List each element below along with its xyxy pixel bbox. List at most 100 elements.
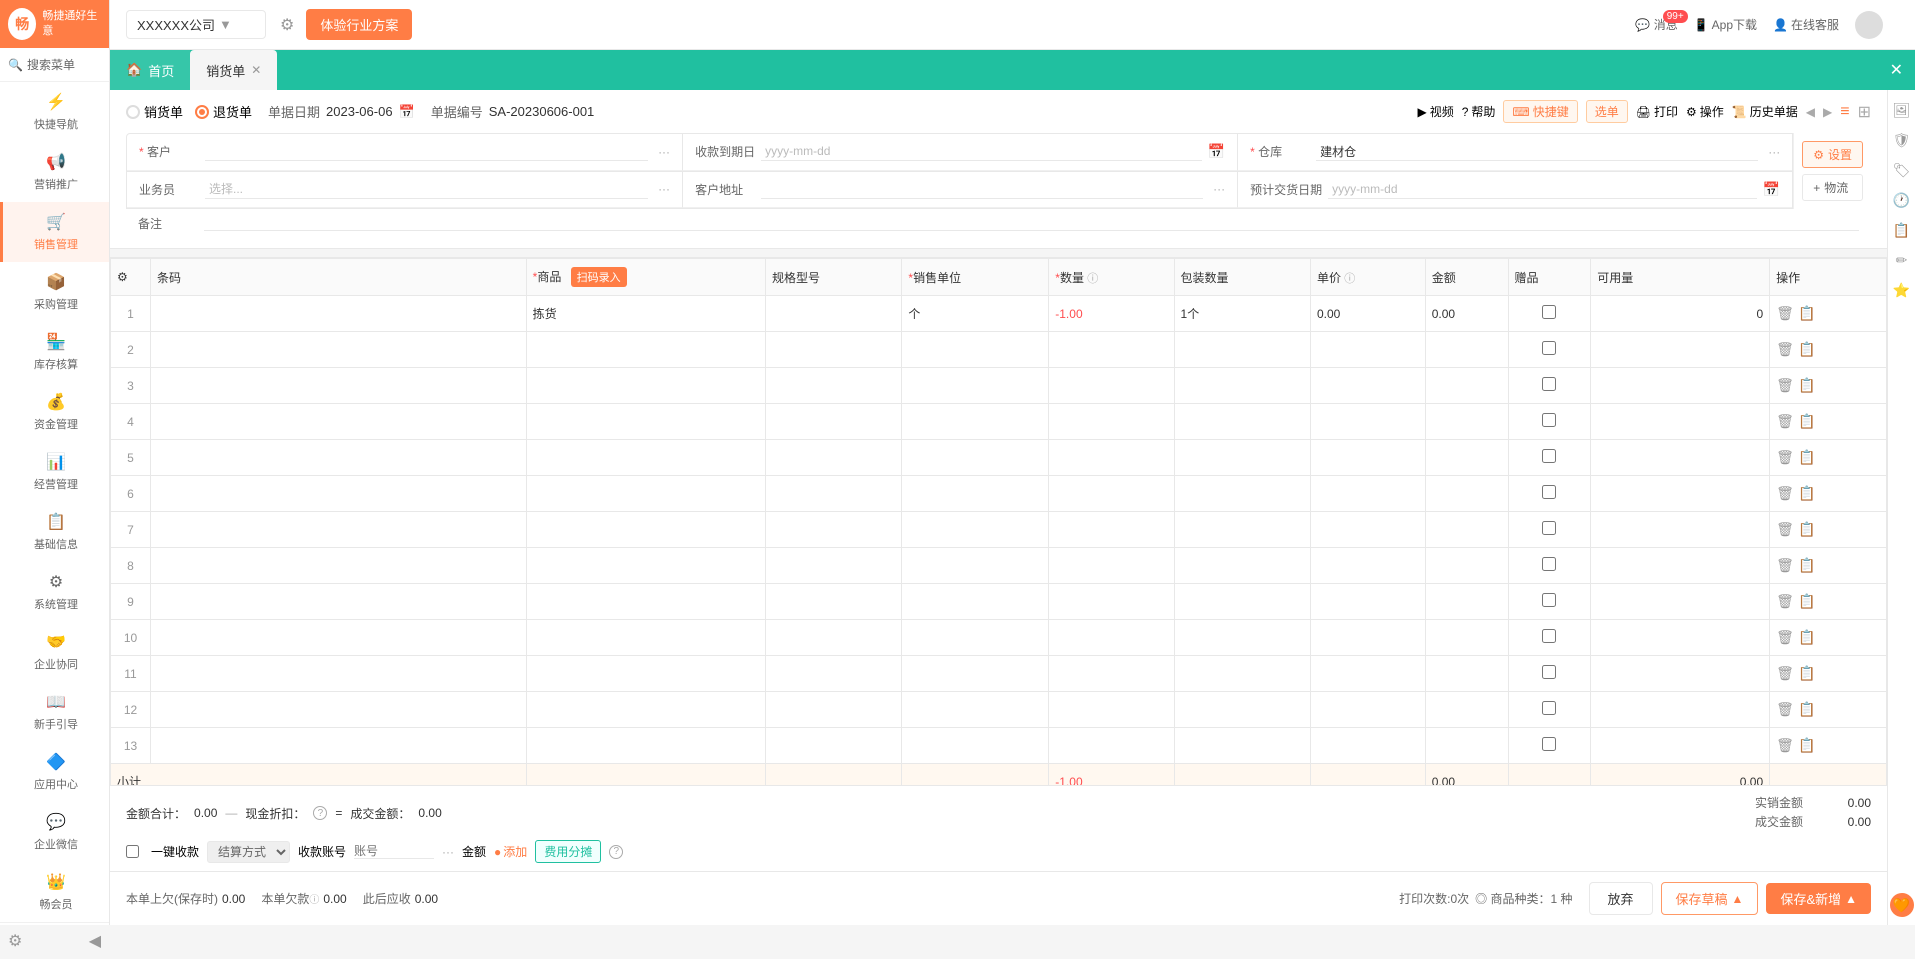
logistics-btn[interactable]: + 物流	[1802, 174, 1863, 201]
row-unit-13[interactable]	[902, 728, 1049, 764]
help-action[interactable]: ? 帮助	[1462, 103, 1496, 120]
customer-input[interactable]	[205, 142, 648, 161]
customer-addr-input[interactable]	[761, 180, 1203, 199]
row-copy-icon-7[interactable]: 📋	[1798, 521, 1815, 538]
row-qty-9[interactable]	[1049, 584, 1174, 620]
row-qty-12[interactable]	[1049, 692, 1174, 728]
row-product-12[interactable]	[526, 692, 765, 728]
user-avatar[interactable]	[1855, 11, 1883, 39]
row-delete-icon-13[interactable]: 🗑	[1776, 737, 1794, 754]
row-price-13[interactable]	[1310, 728, 1425, 764]
row-unit-4[interactable]	[902, 404, 1049, 440]
row-product-11[interactable]	[526, 656, 765, 692]
row-delete-icon-10[interactable]: 🗑	[1776, 629, 1794, 646]
row-price-1[interactable]: 0.00	[1310, 296, 1425, 332]
row-price-3[interactable]	[1310, 368, 1425, 404]
trial-btn[interactable]: 体验行业方案	[306, 9, 412, 40]
row-product-1[interactable]: 拣货	[526, 296, 765, 332]
one-click-payment-checkbox[interactable]	[126, 845, 139, 858]
row-barcode-4[interactable]	[151, 404, 527, 440]
row-price-4[interactable]	[1310, 404, 1425, 440]
row-qty-6[interactable]	[1049, 476, 1174, 512]
save-new-btn[interactable]: 保存&新增 ▲	[1766, 883, 1871, 914]
settlement-method-select[interactable]: 结算方式	[207, 841, 290, 863]
row-unit-1[interactable]: 个	[902, 296, 1049, 332]
row-copy-icon-2[interactable]: 📋	[1798, 341, 1815, 358]
sidebar-item-finance[interactable]: 💰 资金管理	[0, 382, 109, 442]
sidebar-item-basics[interactable]: 📋 基础信息	[0, 502, 109, 562]
row-qty-5[interactable]	[1049, 440, 1174, 476]
row-qty-10[interactable]	[1049, 620, 1174, 656]
row-unit-8[interactable]	[902, 548, 1049, 584]
sidebar-item-collab[interactable]: 🤝 企业协同	[0, 622, 109, 682]
row-gift-2[interactable]	[1508, 332, 1591, 368]
panel-copy-icon[interactable]: 📋	[1890, 218, 1914, 242]
row-barcode-5[interactable]	[151, 440, 527, 476]
settings-btn[interactable]: ⚙ 设置	[1802, 141, 1863, 168]
row-gift-5[interactable]	[1508, 440, 1591, 476]
add-btn[interactable]: ● 添加	[494, 843, 527, 860]
row-gift-8[interactable]	[1508, 548, 1591, 584]
row-unit-2[interactable]	[902, 332, 1049, 368]
row-spec-4[interactable]	[765, 404, 901, 440]
row-barcode-8[interactable]	[151, 548, 527, 584]
abandon-btn[interactable]: 放弃	[1589, 882, 1653, 915]
row-copy-icon-1[interactable]: 📋	[1798, 305, 1815, 322]
row-delete-icon-5[interactable]: 🗑	[1776, 449, 1794, 466]
row-unit-12[interactable]	[902, 692, 1049, 728]
row-price-6[interactable]	[1310, 476, 1425, 512]
row-gift-10[interactable]	[1508, 620, 1591, 656]
row-unit-3[interactable]	[902, 368, 1049, 404]
row-qty-13[interactable]	[1049, 728, 1174, 764]
row-product-2[interactable]	[526, 332, 765, 368]
video-action[interactable]: ▶ 视频	[1417, 103, 1453, 120]
row-copy-icon-12[interactable]: 📋	[1798, 701, 1815, 718]
calendar-icon[interactable]: 📅	[399, 104, 415, 120]
row-price-11[interactable]	[1310, 656, 1425, 692]
row-copy-icon-5[interactable]: 📋	[1798, 449, 1815, 466]
row-gift-6[interactable]	[1508, 476, 1591, 512]
row-product-4[interactable]	[526, 404, 765, 440]
fee-btn[interactable]: 费用分摊	[535, 840, 601, 863]
delivery-calendar-icon[interactable]: 📅	[1763, 181, 1780, 198]
panel-discount-icon[interactable]: 🏷	[1890, 158, 1914, 182]
panel-edit-icon[interactable]: ✏	[1890, 248, 1914, 272]
row-spec-3[interactable]	[765, 368, 901, 404]
row-spec-12[interactable]	[765, 692, 901, 728]
customer-dots[interactable]: ···	[658, 145, 670, 159]
panel-star-icon[interactable]: ⭐	[1890, 278, 1914, 302]
app-download-link[interactable]: 📱 App下载	[1694, 16, 1757, 33]
row-barcode-1[interactable]	[151, 296, 527, 332]
row-unit-5[interactable]	[902, 440, 1049, 476]
row-barcode-11[interactable]	[151, 656, 527, 692]
operation-action[interactable]: ⚙ 操作	[1686, 103, 1724, 120]
row-copy-icon-6[interactable]: 📋	[1798, 485, 1815, 502]
row-qty-7[interactable]	[1049, 512, 1174, 548]
expected-delivery-input[interactable]	[1328, 180, 1757, 199]
row-barcode-7[interactable]	[151, 512, 527, 548]
search-menu[interactable]: 🔍 搜索菜单	[0, 48, 109, 82]
row-spec-8[interactable]	[765, 548, 901, 584]
sidebar-item-app[interactable]: 🔷 应用中心	[0, 742, 109, 802]
row-barcode-12[interactable]	[151, 692, 527, 728]
row-delete-icon-12[interactable]: 🗑	[1776, 701, 1794, 718]
row-delete-icon-3[interactable]: 🗑	[1776, 377, 1794, 394]
panel-orange-icon[interactable]: 🧡	[1890, 893, 1914, 917]
row-price-9[interactable]	[1310, 584, 1425, 620]
row-qty-4[interactable]	[1049, 404, 1174, 440]
tabbar-close-icon[interactable]: ✕	[1890, 60, 1903, 80]
row-barcode-13[interactable]	[151, 728, 527, 764]
row-barcode-9[interactable]	[151, 584, 527, 620]
due-date-input[interactable]	[761, 142, 1202, 161]
row-spec-2[interactable]	[765, 332, 901, 368]
row-gift-9[interactable]	[1508, 584, 1591, 620]
row-spec-6[interactable]	[765, 476, 901, 512]
sidebar-item-system[interactable]: ⚙ 系统管理	[0, 562, 109, 622]
sidebar-settings-btn[interactable]: ⚙	[8, 931, 22, 951]
row-gift-4[interactable]	[1508, 404, 1591, 440]
panel-clock-icon[interactable]: 🕐	[1890, 188, 1914, 212]
date-value[interactable]: 2023-06-06	[326, 104, 393, 119]
row-barcode-2[interactable]	[151, 332, 527, 368]
radio-sales-order[interactable]: 销货单	[126, 102, 183, 121]
row-qty-3[interactable]	[1049, 368, 1174, 404]
